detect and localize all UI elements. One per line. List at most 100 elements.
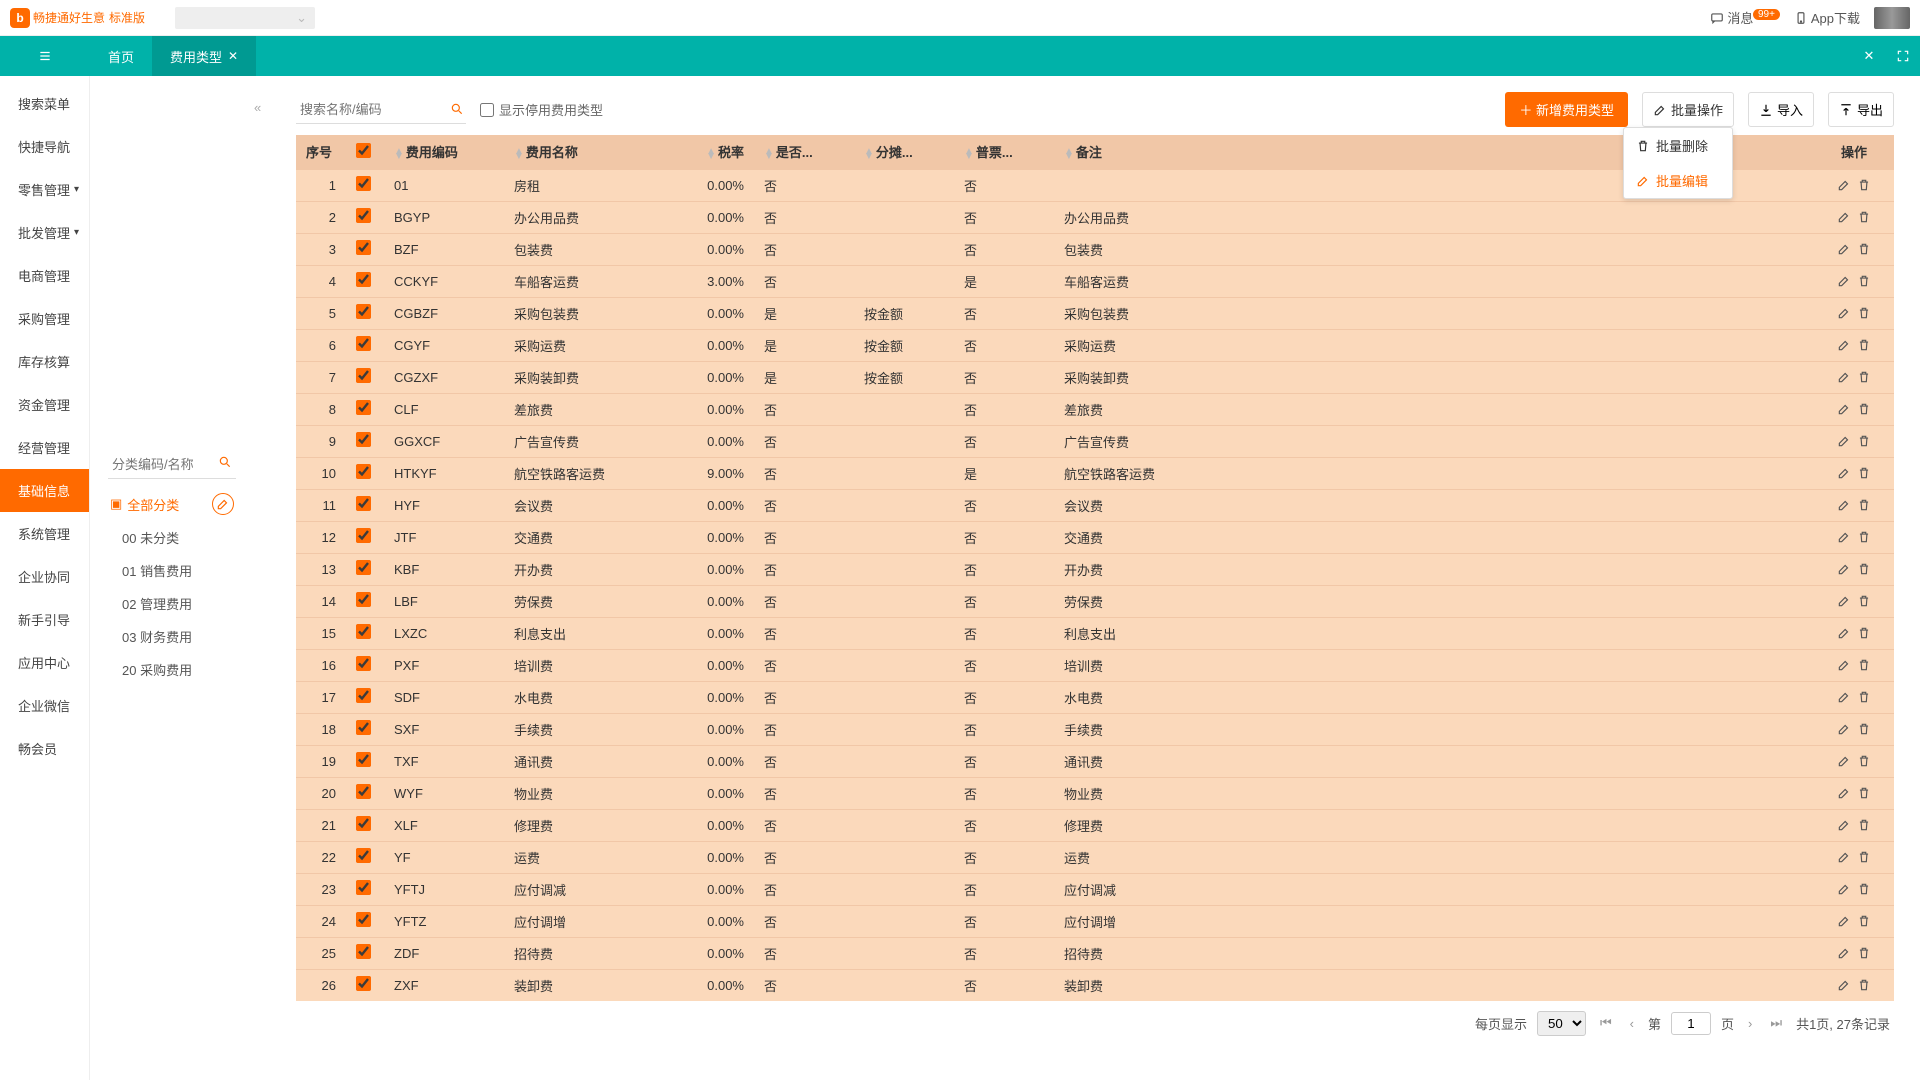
avatar[interactable]: [1874, 7, 1910, 29]
row-checkbox[interactable]: [356, 720, 371, 735]
table-row[interactable]: 14LBF劳保费0.00%否否劳保费: [296, 585, 1894, 617]
edit-icon[interactable]: [1834, 849, 1854, 865]
category-search-input[interactable]: [108, 451, 236, 479]
table-row[interactable]: 4CCKYF车船客运费3.00%否是车船客运费: [296, 265, 1894, 297]
category-item[interactable]: 20 采购费用: [102, 653, 242, 686]
edit-icon[interactable]: [1834, 913, 1854, 929]
table-row[interactable]: 19TXF通讯费0.00%否否通讯费: [296, 745, 1894, 777]
table-row[interactable]: 5CGBZF采购包装费0.00%是按金额否采购包装费: [296, 297, 1894, 329]
col-bool1[interactable]: ▲▼是否...: [754, 135, 854, 169]
edit-icon[interactable]: [1834, 209, 1854, 225]
edit-icon[interactable]: [1834, 241, 1854, 257]
menu-toggle[interactable]: [0, 36, 90, 76]
table-row[interactable]: 11HYF会议费0.00%否否会议费: [296, 489, 1894, 521]
col-name[interactable]: ▲▼费用名称: [504, 135, 674, 169]
pager-prev[interactable]: ‹: [1626, 1016, 1638, 1031]
sidenav-item[interactable]: 批发管理▾: [0, 211, 89, 254]
edit-icon[interactable]: [1834, 305, 1854, 321]
new-fee-type-button[interactable]: ＋ 新增费用类型: [1505, 92, 1628, 127]
row-checkbox[interactable]: [356, 848, 371, 863]
row-checkbox[interactable]: [356, 976, 371, 991]
tab-home[interactable]: 首页: [90, 36, 152, 76]
table-row[interactable]: 9GGXCF广告宣传费0.00%否否广告宣传费: [296, 425, 1894, 457]
row-checkbox[interactable]: [356, 752, 371, 767]
edit-icon[interactable]: [1834, 561, 1854, 577]
close-icon[interactable]: ✕: [228, 49, 238, 63]
trash-icon[interactable]: [1854, 433, 1874, 449]
export-button[interactable]: 导出: [1828, 92, 1894, 127]
search-icon[interactable]: [218, 455, 232, 470]
row-checkbox[interactable]: [356, 336, 371, 351]
edit-icon[interactable]: [1834, 753, 1854, 769]
trash-icon[interactable]: [1854, 977, 1874, 993]
trash-icon[interactable]: [1854, 657, 1874, 673]
trash-icon[interactable]: [1854, 369, 1874, 385]
row-checkbox[interactable]: [356, 368, 371, 383]
sidenav-item[interactable]: 经营管理: [0, 426, 89, 469]
trash-icon[interactable]: [1854, 177, 1874, 193]
row-checkbox[interactable]: [356, 784, 371, 799]
trash-icon[interactable]: [1854, 401, 1874, 417]
trash-icon[interactable]: [1854, 945, 1874, 961]
table-row[interactable]: 16PXF培训费0.00%否否培训费: [296, 649, 1894, 681]
row-checkbox[interactable]: [356, 880, 371, 895]
col-invoice[interactable]: ▲▼普票...: [954, 135, 1054, 169]
table-row[interactable]: 2BGYP办公用品费0.00%否否办公用品费: [296, 201, 1894, 233]
edit-icon[interactable]: [1834, 657, 1854, 673]
sidenav-item[interactable]: 采购管理: [0, 297, 89, 340]
trash-icon[interactable]: [1854, 497, 1874, 513]
category-item[interactable]: 03 财务费用: [102, 620, 242, 653]
batch-delete-item[interactable]: 批量删除: [1624, 128, 1732, 163]
edit-icon[interactable]: [1834, 977, 1854, 993]
edit-icon[interactable]: [1834, 273, 1854, 289]
edit-icon[interactable]: [1834, 529, 1854, 545]
trash-icon[interactable]: [1854, 785, 1874, 801]
edit-icon[interactable]: [1834, 945, 1854, 961]
sidenav-item[interactable]: 零售管理▾: [0, 168, 89, 211]
edit-icon[interactable]: [1834, 177, 1854, 193]
row-checkbox[interactable]: [356, 464, 371, 479]
category-edit-icon[interactable]: [212, 493, 234, 515]
table-row[interactable]: 22YF运费0.00%否否运费: [296, 841, 1894, 873]
sidenav-item[interactable]: 搜索菜单: [0, 82, 89, 125]
messages-link[interactable]: 消息 99+: [1710, 8, 1780, 27]
row-checkbox[interactable]: [356, 944, 371, 959]
show-disabled-toggle[interactable]: 显示停用费用类型: [480, 100, 603, 119]
table-row[interactable]: 7CGZXF采购装卸费0.00%是按金额否采购装卸费: [296, 361, 1894, 393]
batch-edit-item[interactable]: 批量编辑: [1624, 163, 1732, 198]
close-all-tabs[interactable]: ✕: [1852, 48, 1886, 64]
row-checkbox[interactable]: [356, 528, 371, 543]
edit-icon[interactable]: [1834, 337, 1854, 353]
sidenav-item[interactable]: 企业协同: [0, 555, 89, 598]
table-row[interactable]: 25ZDF招待费0.00%否否招待费: [296, 937, 1894, 969]
trash-icon[interactable]: [1854, 721, 1874, 737]
table-row[interactable]: 13KBF开办费0.00%否否开办费: [296, 553, 1894, 585]
edit-icon[interactable]: [1834, 625, 1854, 641]
trash-icon[interactable]: [1854, 241, 1874, 257]
table-row[interactable]: 12JTF交通费0.00%否否交通费: [296, 521, 1894, 553]
trash-icon[interactable]: [1854, 881, 1874, 897]
trash-icon[interactable]: [1854, 753, 1874, 769]
row-checkbox[interactable]: [356, 496, 371, 511]
edit-icon[interactable]: [1834, 689, 1854, 705]
table-row[interactable]: 3BZF包装费0.00%否否包装费: [296, 233, 1894, 265]
trash-icon[interactable]: [1854, 337, 1874, 353]
row-checkbox[interactable]: [356, 656, 371, 671]
row-checkbox[interactable]: [356, 816, 371, 831]
sidenav-item[interactable]: 企业微信: [0, 684, 89, 727]
table-row[interactable]: 26ZXF装卸费0.00%否否装卸费: [296, 969, 1894, 1001]
page-input[interactable]: [1671, 1012, 1711, 1035]
row-checkbox[interactable]: [356, 272, 371, 287]
tab-fee-type[interactable]: 费用类型 ✕: [152, 36, 256, 76]
table-row[interactable]: 20WYF物业费0.00%否否物业费: [296, 777, 1894, 809]
search-input[interactable]: [296, 96, 466, 124]
sidenav-item[interactable]: 应用中心: [0, 641, 89, 684]
app-download-link[interactable]: App下载: [1794, 8, 1860, 27]
trash-icon[interactable]: [1854, 561, 1874, 577]
table-row[interactable]: 18SXF手续费0.00%否否手续费: [296, 713, 1894, 745]
row-checkbox[interactable]: [356, 432, 371, 447]
category-item[interactable]: 00 未分类: [102, 521, 242, 554]
edit-icon[interactable]: [1834, 369, 1854, 385]
col-select-all[interactable]: [346, 135, 384, 169]
sidenav-item[interactable]: 系统管理: [0, 512, 89, 555]
